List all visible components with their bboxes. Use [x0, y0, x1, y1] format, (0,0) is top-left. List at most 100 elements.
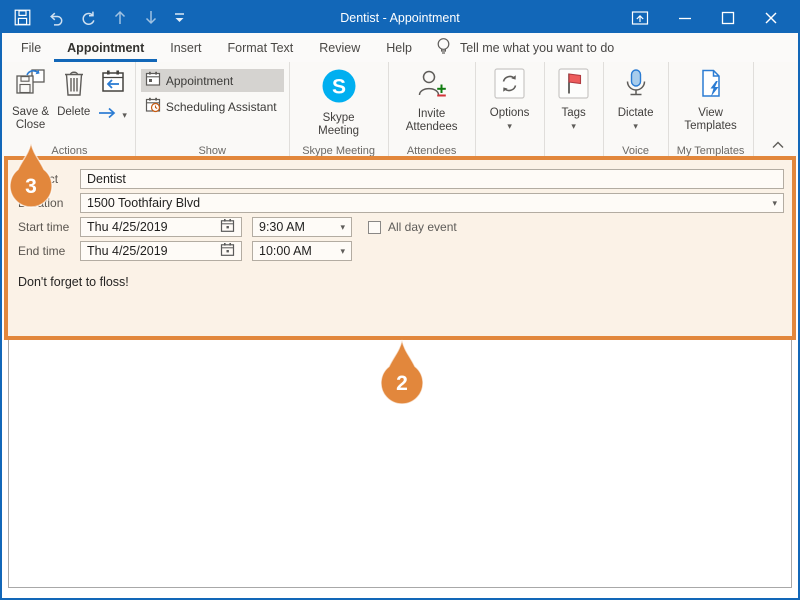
undo-icon[interactable]	[46, 9, 64, 27]
tell-me-box[interactable]: Tell me what you want to do	[435, 33, 614, 62]
save-icon[interactable]	[14, 9, 31, 26]
end-time-dropdown-arrow-icon[interactable]	[340, 245, 345, 256]
invite-attendees-label-2: Attendees	[405, 121, 458, 134]
start-time-label: Start time	[18, 220, 70, 234]
dropdown-arrow-icon	[122, 109, 127, 120]
end-time-value: 10:00 AM	[259, 244, 312, 258]
start-time-dropdown-arrow-icon[interactable]	[340, 221, 345, 232]
tell-me-text: Tell me what you want to do	[459, 40, 615, 55]
save-and-close-button[interactable]: Save & Close	[9, 65, 52, 133]
end-time-label: End time	[18, 244, 66, 258]
skype-letter: S	[332, 76, 346, 99]
tab-appointment[interactable]: Appointment	[54, 33, 157, 62]
delete-icon	[60, 68, 88, 103]
tab-file[interactable]: File	[8, 33, 54, 62]
skype-meeting-label-1: Skype	[322, 111, 355, 124]
forward-arrow-icon	[98, 107, 118, 124]
date-picker-icon[interactable]	[220, 242, 235, 260]
dropdown-arrow-icon	[633, 120, 638, 131]
options-button[interactable]: Options	[487, 65, 533, 131]
all-day-event-option[interactable]: All day event	[368, 220, 457, 234]
all-day-event-checkbox[interactable]	[368, 220, 381, 234]
ribbon-group-attendees: Invite Attendees Attendees	[389, 62, 476, 160]
tags-flag-icon	[558, 68, 589, 104]
redo-icon[interactable]	[79, 9, 97, 27]
options-icon	[494, 68, 525, 104]
ribbon-display-options-icon[interactable]	[631, 10, 649, 26]
invite-attendees-button[interactable]: Invite Attendees	[403, 65, 461, 135]
ribbon-group-options: Options	[476, 62, 545, 160]
date-picker-icon[interactable]	[220, 218, 235, 236]
save-and-close-label-2: Close	[15, 119, 46, 132]
ribbon-group-voice: Dictate Voice	[604, 62, 669, 160]
ribbon-group-skype: S Skype Meeting Skype Meeting	[290, 62, 389, 160]
customize-quick-access-toolbar-icon[interactable]	[174, 12, 185, 24]
invite-attendees-label-1: Invite	[417, 107, 446, 120]
tab-review[interactable]: Review	[306, 33, 373, 62]
start-date-input[interactable]: Thu 4/25/2019	[80, 217, 242, 237]
dropdown-arrow-icon	[507, 120, 512, 131]
view-templates-label-2: Templates	[684, 120, 737, 133]
subject-input[interactable]: Dentist	[80, 169, 784, 189]
tab-format-text[interactable]: Format Text	[215, 33, 307, 62]
skype-icon: S	[321, 68, 357, 109]
dropdown-arrow-icon	[571, 120, 576, 131]
move-up-icon[interactable]	[112, 9, 128, 26]
dictate-label: Dictate	[617, 106, 654, 119]
annotation-badge-2-number: 2	[396, 372, 408, 395]
ribbon: Save & Close Delete ▾ Actions Appointmen…	[2, 62, 798, 160]
end-time-input[interactable]: 10:00 AM	[252, 241, 352, 261]
ribbon-group-show: Appointment Scheduling Assistant Show	[136, 62, 290, 160]
title-bar: Dentist - Appointment	[2, 2, 798, 33]
ribbon-tabs: File Appointment Insert Format Text Revi…	[2, 33, 798, 62]
location-row: Location 1500 Toothfairy Blvd	[18, 193, 784, 213]
end-date-input[interactable]: Thu 4/25/2019	[80, 241, 242, 261]
appointment-window: Dentist - Appointment File Appointment I…	[0, 0, 800, 600]
maximize-icon[interactable]	[721, 11, 735, 25]
location-dropdown-arrow-icon[interactable]	[772, 197, 777, 208]
tab-help[interactable]: Help	[373, 33, 425, 62]
move-down-icon[interactable]	[143, 9, 159, 26]
appointment-icon	[145, 71, 161, 90]
appointment-body-text[interactable]: Don't forget to floss!	[18, 275, 784, 289]
tags-button[interactable]: Tags	[555, 65, 592, 131]
subject-row: Subject Dentist	[18, 169, 784, 189]
scheduling-assistant-label: Scheduling Assistant	[165, 99, 277, 114]
start-time-row: Start time Thu 4/25/2019 9:30 AM All day…	[18, 217, 784, 237]
appointment-view-button[interactable]: Appointment	[140, 69, 284, 92]
collapse-ribbon-icon[interactable]	[770, 137, 786, 155]
subject-value: Dentist	[87, 172, 126, 186]
save-and-close-label-1: Save &	[12, 105, 50, 118]
view-templates-button[interactable]: View Templates	[681, 65, 739, 134]
lightbulb-icon	[435, 37, 452, 59]
quick-access-toolbar	[2, 9, 185, 27]
tags-label: Tags	[561, 106, 586, 119]
forward-button[interactable]	[95, 65, 130, 123]
scheduling-assistant-button[interactable]: Scheduling Assistant	[141, 95, 284, 118]
options-label: Options	[489, 106, 530, 119]
end-date-value: Thu 4/25/2019	[87, 244, 168, 258]
save-and-close-icon	[15, 68, 47, 103]
all-day-event-label: All day event	[388, 220, 457, 234]
start-time-value: 9:30 AM	[259, 220, 305, 234]
view-templates-label-1: View	[698, 106, 723, 119]
minimize-icon[interactable]	[678, 11, 692, 25]
appointment-view-label: Appointment	[165, 73, 234, 88]
location-value: 1500 Toothfairy Blvd	[87, 196, 201, 210]
forward-calendar-icon	[99, 68, 127, 101]
ribbon-group-tags: Tags	[545, 62, 604, 160]
start-time-input[interactable]: 9:30 AM	[252, 217, 352, 237]
invite-attendees-icon	[416, 68, 448, 105]
skype-meeting-button[interactable]: S Skype Meeting	[315, 65, 362, 139]
tab-insert[interactable]: Insert	[157, 33, 214, 62]
skype-meeting-label-2: Meeting	[318, 125, 360, 138]
end-time-row: End time Thu 4/25/2019 10:00 AM	[18, 241, 784, 261]
view-templates-icon	[696, 68, 726, 104]
delete-label: Delete	[57, 105, 91, 118]
location-input[interactable]: 1500 Toothfairy Blvd	[80, 193, 784, 213]
delete-button[interactable]: Delete	[54, 65, 93, 119]
dictate-button[interactable]: Dictate	[615, 65, 657, 131]
close-icon[interactable]	[764, 11, 778, 25]
ribbon-group-my-templates: View Templates My Templates	[669, 62, 754, 160]
dictate-microphone-icon	[621, 68, 651, 104]
